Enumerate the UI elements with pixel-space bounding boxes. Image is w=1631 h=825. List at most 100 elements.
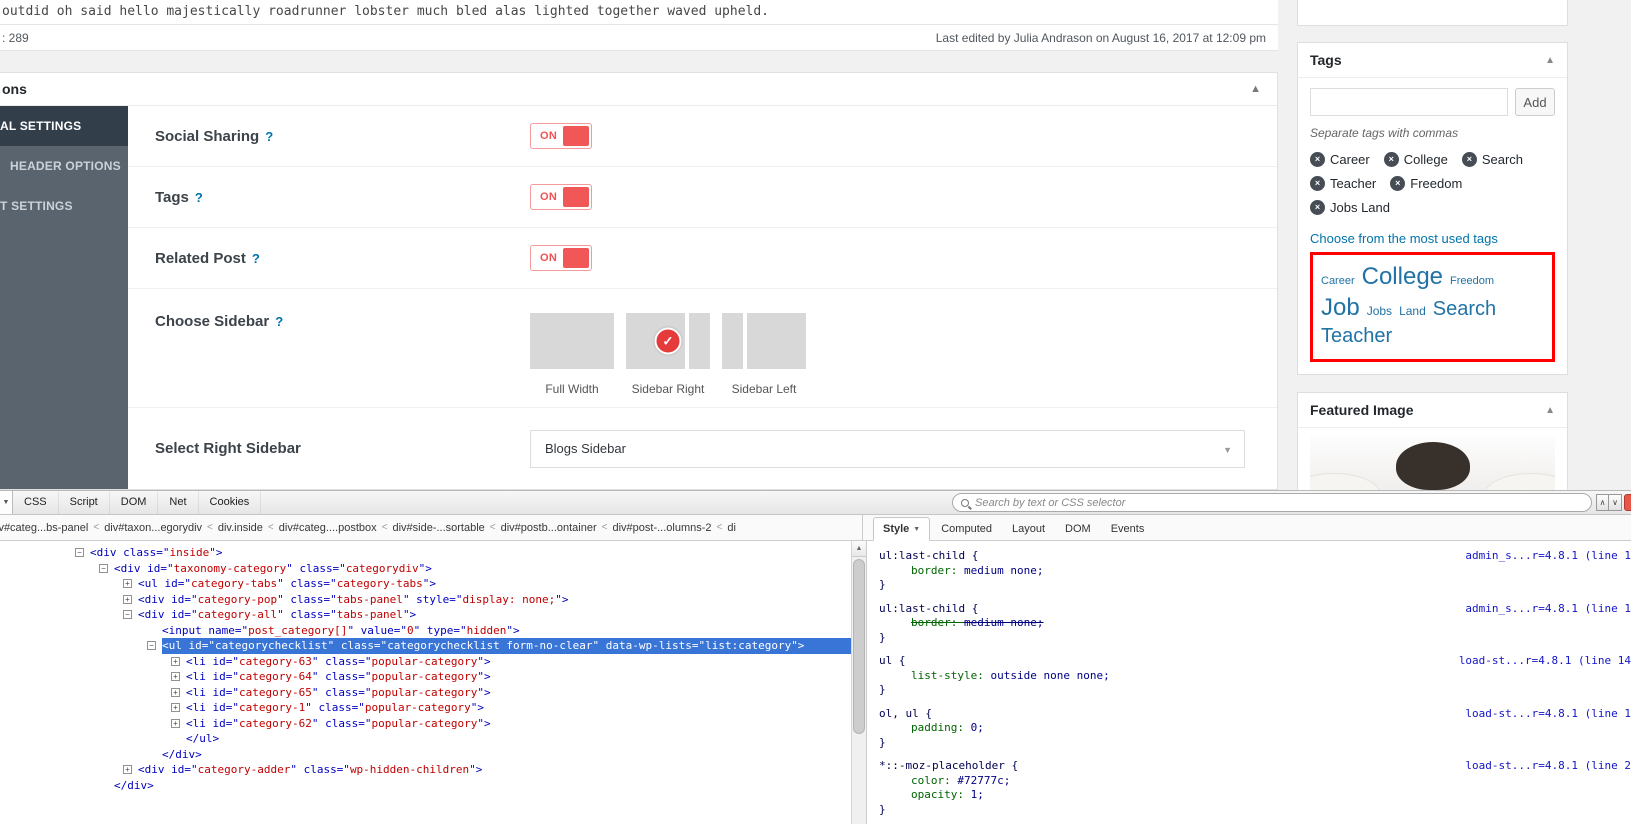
search-next-button[interactable]: ∨	[1609, 494, 1622, 511]
dom-tree-node[interactable]: − <ul id="categorychecklist" class="categ…	[0, 638, 851, 654]
featured-image-preview[interactable]	[1310, 436, 1555, 496]
dom-tree-node[interactable]: + <ul id="category-tabs" class="category-…	[0, 576, 851, 592]
settings-tab-al-settings[interactable]: AL SETTINGS	[0, 106, 128, 146]
collapse-featured-panel-icon[interactable]: ▲	[1545, 405, 1555, 416]
help-icon[interactable]: ?	[265, 129, 273, 144]
dom-tree-node[interactable]: + <li id="category-63" class="popular-cat…	[0, 654, 851, 670]
expand-node-icon[interactable]: +	[123, 594, 132, 604]
remove-tag-icon[interactable]: ×	[1383, 152, 1399, 167]
css-property[interactable]: opacity: 1;	[879, 788, 1631, 803]
css-property[interactable]: color: #72777c;	[879, 774, 1631, 789]
devtools-tab-cookies[interactable]: Cookies	[199, 491, 262, 514]
collapse-node-icon[interactable]: −	[147, 641, 156, 651]
devtools-tab-css[interactable]: CSS	[13, 491, 59, 514]
expand-node-icon[interactable]: +	[123, 579, 132, 589]
devtools-tab-dom[interactable]: DOM	[110, 491, 159, 514]
devtools-tab-script[interactable]: Script	[59, 491, 110, 514]
sidebar-option-sidebar-right[interactable]: ✓ Sidebar Right	[626, 313, 710, 396]
css-property[interactable]: border: medium none;	[879, 616, 1631, 631]
editor-content[interactable]: outdid oh said hello majestically roadru…	[0, 0, 1278, 25]
panel-tab-dom[interactable]: DOM	[1056, 518, 1100, 540]
breadcrumb-item[interactable]: div.inside	[216, 522, 265, 534]
scrollbar-thumb[interactable]	[853, 559, 865, 734]
css-property[interactable]: border: medium none;	[879, 564, 1631, 579]
sidebar-option-full-width[interactable]: Full Width	[530, 313, 614, 396]
tree-scrollbar[interactable]: ▲	[851, 541, 867, 824]
cloud-tag-career[interactable]: Career	[1321, 275, 1355, 287]
stylesheet-link[interactable]: admin_s...r=4.8.1 (line 1	[1465, 549, 1631, 564]
css-selector[interactable]: ul {	[879, 654, 906, 669]
css-property[interactable]: list-style: outside none none;	[879, 669, 1631, 684]
collapse-node-icon[interactable]: −	[123, 610, 132, 620]
close-devtools-button[interactable]	[1624, 494, 1631, 511]
dom-tree-node[interactable]: + <li id="category-64" class="popular-cat…	[0, 669, 851, 685]
expand-node-icon[interactable]: +	[171, 672, 180, 682]
dom-tree-node[interactable]: + <li id="category-65" class="popular-cat…	[0, 685, 851, 701]
expand-node-icon[interactable]: +	[171, 718, 180, 728]
collapse-options-panel-icon[interactable]: ▲	[1250, 83, 1261, 95]
cloud-tag-jobs[interactable]: Jobs	[1367, 304, 1392, 318]
collapse-node-icon[interactable]: −	[99, 563, 108, 573]
breadcrumb-item[interactable]: div#categ....postbox	[277, 522, 379, 534]
html-tab-fragment[interactable]: ▼	[0, 491, 13, 514]
remove-tag-icon[interactable]: ×	[1390, 176, 1406, 191]
expand-node-icon[interactable]: +	[171, 703, 180, 713]
stylesheet-link[interactable]: admin_s...r=4.8.1 (line 1	[1465, 602, 1631, 617]
panel-tab-layout[interactable]: Layout	[1003, 518, 1054, 540]
stylesheet-link[interactable]: load-st...r=4.8.1 (line 14	[1459, 654, 1631, 669]
expand-node-icon[interactable]: +	[123, 765, 132, 775]
help-icon[interactable]: ?	[275, 314, 283, 329]
cloud-tag-search[interactable]: Search	[1433, 298, 1496, 320]
dom-tree-node[interactable]: − <div class="inside">	[0, 545, 851, 561]
devtools-search-input[interactable]	[975, 496, 1583, 509]
dom-tree-node[interactable]: − <div id="category-all" class="tabs-pane…	[0, 607, 851, 623]
collapse-tags-panel-icon[interactable]: ▲	[1545, 55, 1555, 66]
expand-node-icon[interactable]: +	[171, 656, 180, 666]
dom-tree-node[interactable]: + <li id="category-1" class="popular-cate…	[0, 700, 851, 716]
most-used-tags-link[interactable]: Choose from the most used tags	[1310, 231, 1555, 246]
scroll-up-icon[interactable]: ▲	[852, 541, 866, 557]
css-selector[interactable]: *::-moz-placeholder {	[879, 759, 1018, 774]
stylesheet-link[interactable]: load-st...r=4.8.1 (line 1	[1465, 707, 1631, 722]
search-prev-button[interactable]: ∧	[1596, 494, 1609, 511]
social-sharing-toggle[interactable]: ON	[530, 123, 592, 149]
help-icon[interactable]: ?	[195, 190, 203, 205]
css-selector[interactable]: ol, ul {	[879, 707, 932, 722]
panel-tab-events[interactable]: Events	[1102, 518, 1154, 540]
remove-tag-icon[interactable]: ×	[1461, 152, 1477, 167]
cloud-tag-job[interactable]: Job	[1321, 294, 1360, 321]
css-selector[interactable]: ul:last-child {	[879, 602, 978, 617]
breadcrumb-item[interactable]: iv#categ...bs-panel	[0, 522, 90, 534]
new-tag-input[interactable]	[1310, 88, 1508, 116]
collapse-node-icon[interactable]: −	[75, 548, 84, 558]
remove-tag-icon[interactable]: ×	[1310, 200, 1325, 215]
expand-node-icon[interactable]: +	[171, 687, 180, 697]
cloud-tag-college[interactable]: College	[1362, 263, 1443, 290]
settings-tab-t-settings[interactable]: T SETTINGS	[0, 186, 128, 226]
add-tag-button[interactable]: Add	[1515, 88, 1555, 116]
stylesheet-link[interactable]: load-st...r=4.8.1 (line 2	[1465, 759, 1631, 774]
dom-tree-node[interactable]: + <div id="category-adder" class="wp-hidd…	[0, 762, 851, 778]
related-post-toggle[interactable]: ON	[530, 245, 592, 271]
dom-tree-node[interactable]: </div>	[0, 747, 851, 763]
breadcrumb-item[interactable]: div#post-...olumns-2	[610, 522, 713, 534]
cloud-tag-freedom[interactable]: Freedom	[1450, 275, 1494, 287]
right-sidebar-select[interactable]: Blogs Sidebar ▼	[530, 429, 1245, 468]
panel-tab-computed[interactable]: Computed	[932, 518, 1001, 540]
css-property[interactable]: padding: 0;	[879, 721, 1631, 736]
dom-tree-node[interactable]: <input name="post_category[]" value="0" …	[0, 623, 851, 639]
dom-tree-node[interactable]: − <div id="taxonomy-category" class="cate…	[0, 561, 851, 577]
settings-tab-header-options[interactable]: HEADER OPTIONS	[0, 146, 128, 186]
cloud-tag-teacher[interactable]: Teacher	[1321, 325, 1392, 347]
remove-tag-icon[interactable]: ×	[1310, 176, 1325, 191]
remove-tag-icon[interactable]: ×	[1310, 152, 1325, 167]
panel-tab-style[interactable]: Style ▼	[873, 517, 931, 541]
dom-tree-node[interactable]: + <li id="category-62" class="popular-cat…	[0, 716, 851, 732]
dom-tree-node[interactable]: + <div id="category-pop" class="tabs-pane…	[0, 592, 851, 608]
breadcrumb-item[interactable]: div#taxon...egorydiv	[102, 522, 204, 534]
dom-tree-node[interactable]: </div>	[0, 778, 851, 794]
sidebar-option-sidebar-left[interactable]: Sidebar Left	[722, 313, 806, 396]
css-selector[interactable]: ul:last-child {	[879, 549, 978, 564]
breadcrumb-item[interactable]: div#postb...ontainer	[499, 522, 599, 534]
cloud-tag-land[interactable]: Land	[1399, 304, 1426, 318]
